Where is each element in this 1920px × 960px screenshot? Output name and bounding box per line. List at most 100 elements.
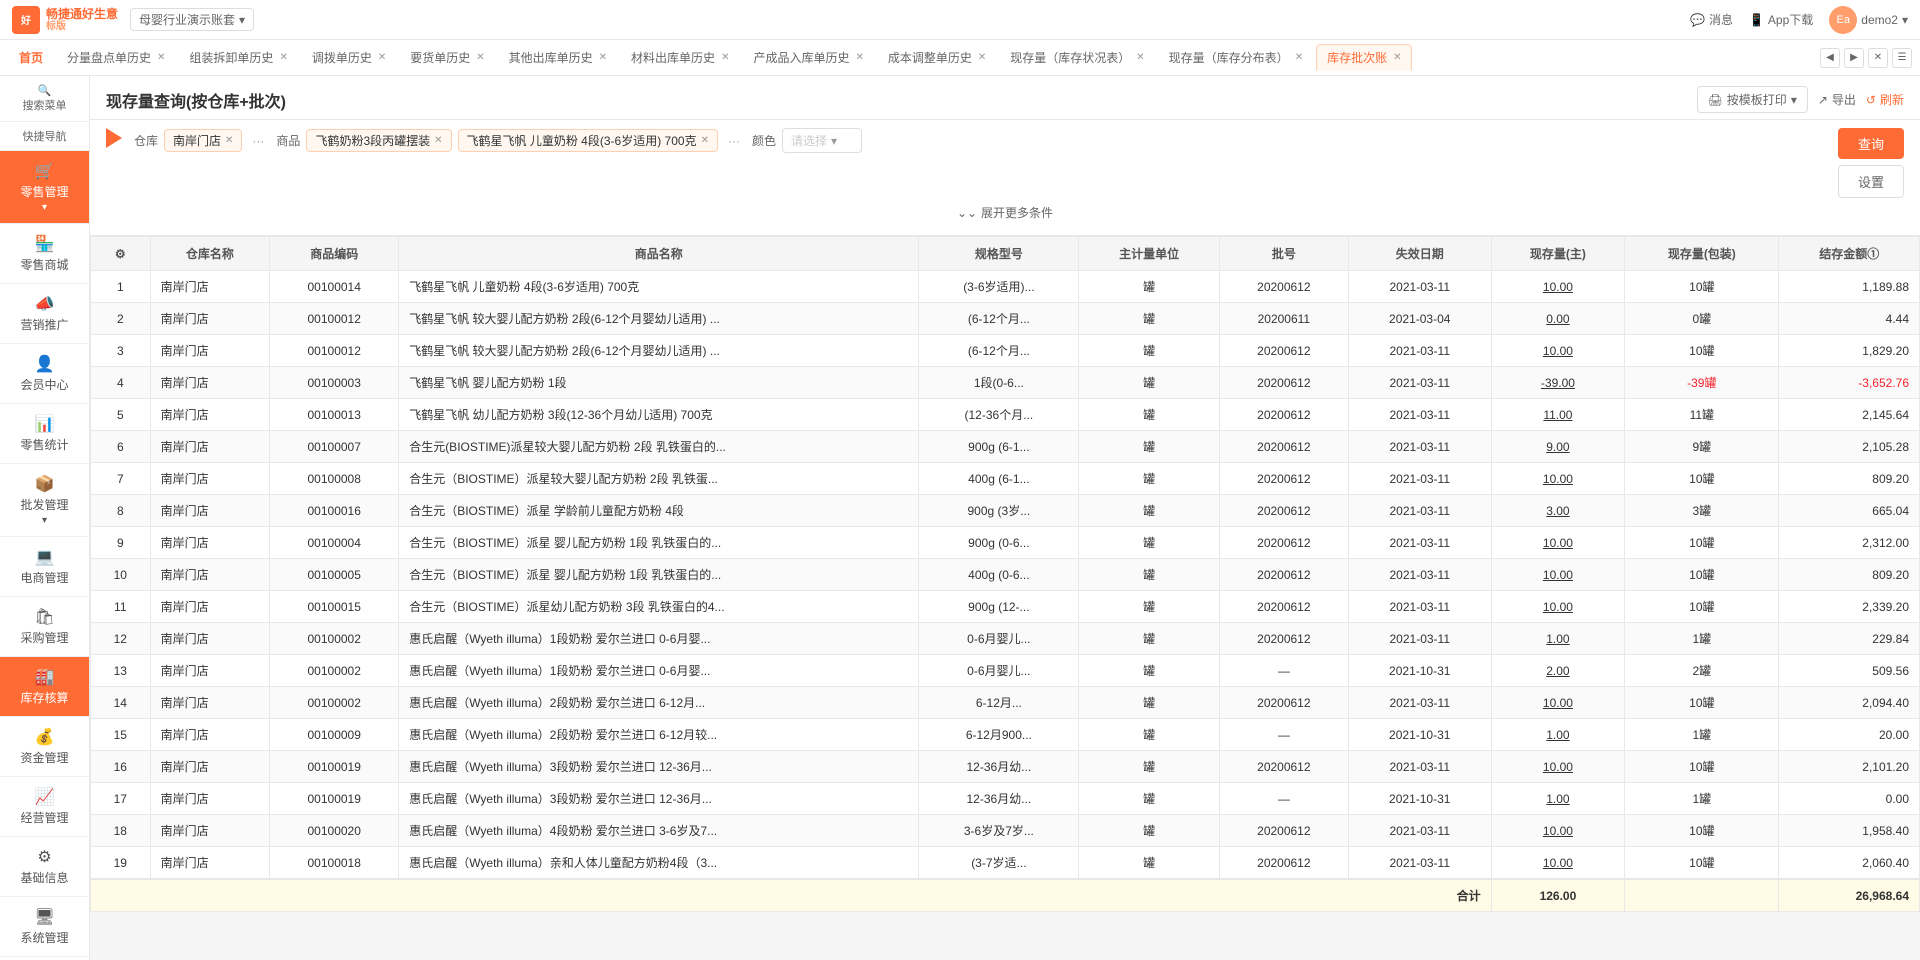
- row-qty[interactable]: 1.00: [1491, 623, 1625, 655]
- workspace-select[interactable]: 母婴行业演示账套 ▾: [130, 8, 254, 31]
- close-icon[interactable]: ✕: [279, 52, 287, 63]
- tab-prev-btn[interactable]: ◀: [1820, 48, 1840, 68]
- sidebar-item-ecommerce[interactable]: 💻 电商管理: [0, 537, 89, 597]
- tab-require[interactable]: 要货单历史 ✕: [399, 44, 495, 71]
- message-btn[interactable]: 💬 消息: [1690, 11, 1733, 28]
- tab-material-out[interactable]: 材料出库单历史 ✕: [620, 44, 740, 71]
- sidebar-item-member[interactable]: 👤 会员中心: [0, 344, 89, 404]
- expand-conditions-btn[interactable]: ⌄⌄ 展开更多条件: [957, 204, 1053, 221]
- row-qty[interactable]: -39.00: [1491, 367, 1625, 399]
- product-more-btn[interactable]: ···: [724, 134, 744, 148]
- row-qty[interactable]: 3.00: [1491, 495, 1625, 527]
- row-qty[interactable]: 10.00: [1491, 687, 1625, 719]
- row-expire: 2021-10-31: [1348, 719, 1491, 751]
- print-btn[interactable]: 🖨 按模板打印 ▾: [1697, 86, 1808, 113]
- row-expire: 2021-03-11: [1348, 591, 1491, 623]
- row-qty[interactable]: 10.00: [1491, 815, 1625, 847]
- setting-btn[interactable]: 设置: [1838, 165, 1904, 198]
- row-spec: 900g (3岁...: [919, 495, 1079, 527]
- sidebar-item-marketing[interactable]: 📣 营销推广: [0, 284, 89, 344]
- row-qty[interactable]: 10.00: [1491, 751, 1625, 783]
- close-icon[interactable]: ✕: [599, 52, 607, 63]
- close-icon[interactable]: ✕: [157, 52, 165, 63]
- remove-warehouse-btn[interactable]: ✕: [225, 135, 233, 146]
- tab-transfer[interactable]: 调拨单历史 ✕: [301, 44, 397, 71]
- row-qty[interactable]: 10.00: [1491, 847, 1625, 880]
- tab-batch-account[interactable]: 库存批次账 ✕: [1316, 44, 1412, 71]
- sidebar-item-inventory[interactable]: 🏭 库存核算: [0, 657, 89, 717]
- tab-home[interactable]: 首页: [8, 44, 54, 71]
- chevron-down-icon: ▾: [831, 134, 837, 148]
- row-qty[interactable]: 10.00: [1491, 463, 1625, 495]
- row-spec: (6-12个月...: [919, 303, 1079, 335]
- row-expire: 2021-03-11: [1348, 367, 1491, 399]
- sidebar-item-retail-stats[interactable]: 📊 零售统计: [0, 404, 89, 464]
- tab-cost-adj[interactable]: 成本调整单历史 ✕: [877, 44, 997, 71]
- sidebar-item-system[interactable]: 🖥 系统管理: [0, 897, 89, 957]
- tab-menu-btn[interactable]: ☰: [1892, 48, 1912, 68]
- close-icon[interactable]: ✕: [1136, 52, 1144, 63]
- table-header-gear[interactable]: ⚙: [91, 237, 151, 271]
- sidebar-item-retail[interactable]: 🛒 零售管理 ▾: [0, 151, 89, 224]
- close-icon[interactable]: ✕: [378, 52, 386, 63]
- sidebar-search[interactable]: 🔍 搜索菜单: [0, 76, 89, 122]
- tab-split[interactable]: 分量盘点单历史 ✕: [56, 44, 176, 71]
- sidebar-item-purchase[interactable]: 🛍 采购管理: [0, 597, 89, 657]
- close-icon[interactable]: ✕: [855, 52, 863, 63]
- row-qty[interactable]: 10.00: [1491, 591, 1625, 623]
- row-amount: 665.04: [1779, 495, 1920, 527]
- app-download-btn[interactable]: 📱 App下载: [1749, 11, 1813, 28]
- tab-next-btn[interactable]: ▶: [1844, 48, 1864, 68]
- row-qty[interactable]: 1.00: [1491, 783, 1625, 815]
- row-code: 00100007: [270, 431, 399, 463]
- export-icon: ↗: [1818, 93, 1828, 107]
- summary-label: 合计: [91, 879, 1492, 912]
- sidebar-item-retail-shop[interactable]: 🏪 零售商城: [0, 224, 89, 284]
- row-amount: -3,652.76: [1779, 367, 1920, 399]
- row-name: 惠氏启醒（Wyeth illuma）1段奶粉 爱尔兰进口 0-6月婴...: [399, 623, 919, 655]
- row-qty[interactable]: 0.00: [1491, 303, 1625, 335]
- tab-other-out[interactable]: 其他出库单历史 ✕: [498, 44, 618, 71]
- close-icon[interactable]: ✕: [978, 52, 986, 63]
- row-qty[interactable]: 10.00: [1491, 335, 1625, 367]
- user-menu[interactable]: Ea demo2 ▾: [1829, 6, 1908, 34]
- row-warehouse: 南岸门店: [150, 783, 270, 815]
- table-container[interactable]: ⚙ 仓库名称 商品编码 商品名称 规格型号 主计量单位 批号 失效日期 现存量(…: [90, 236, 1920, 960]
- row-qty[interactable]: 1.00: [1491, 719, 1625, 751]
- remove-product-tag1-btn[interactable]: ✕: [434, 135, 442, 146]
- tab-dismantle[interactable]: 组装拆卸单历史 ✕: [178, 44, 298, 71]
- close-icon[interactable]: ✕: [1295, 52, 1303, 63]
- close-icon[interactable]: ✕: [721, 52, 729, 63]
- sidebar-item-operation[interactable]: 📈 经营管理: [0, 777, 89, 837]
- row-pkg: 1罐: [1625, 719, 1779, 751]
- sidebar-item-finance[interactable]: 💰 资金管理: [0, 717, 89, 777]
- sidebar-item-basics[interactable]: ⚙ 基础信息: [0, 837, 89, 897]
- tab-product-in[interactable]: 产成品入库单历史 ✕: [742, 44, 874, 71]
- remove-product-tag2-btn[interactable]: ✕: [701, 135, 709, 146]
- close-icon[interactable]: ✕: [1393, 52, 1401, 63]
- close-icon[interactable]: ✕: [476, 52, 484, 63]
- refresh-btn[interactable]: ↺ 刷新: [1866, 91, 1904, 108]
- query-btn[interactable]: 查询: [1838, 128, 1904, 159]
- row-qty[interactable]: 2.00: [1491, 655, 1625, 687]
- row-unit: 罐: [1079, 527, 1219, 559]
- table-row: 13 南岸门店 00100002 惠氏启醒（Wyeth illuma）1段奶粉 …: [91, 655, 1920, 687]
- row-qty[interactable]: 10.00: [1491, 527, 1625, 559]
- tab-stock-dist[interactable]: 现存量（库存分布表） ✕: [1158, 44, 1314, 71]
- row-unit: 罐: [1079, 719, 1219, 751]
- sidebar-item-wholesale[interactable]: 📦 批发管理 ▾: [0, 464, 89, 537]
- color-select[interactable]: 请选择 ▾: [782, 128, 862, 153]
- warehouse-more-btn[interactable]: ···: [248, 134, 268, 148]
- row-unit: 罐: [1079, 495, 1219, 527]
- tab-close-all-btn[interactable]: ✕: [1868, 48, 1888, 68]
- row-warehouse: 南岸门店: [150, 495, 270, 527]
- export-btn[interactable]: ↗ 导出: [1818, 91, 1856, 108]
- row-qty[interactable]: 10.00: [1491, 559, 1625, 591]
- row-qty[interactable]: 11.00: [1491, 399, 1625, 431]
- sidebar-quick-nav[interactable]: 快捷导航: [0, 122, 89, 151]
- collapse-arrow[interactable]: [106, 128, 122, 148]
- tab-stock-status[interactable]: 现存量（库存状况表） ✕: [999, 44, 1155, 71]
- row-qty[interactable]: 9.00: [1491, 431, 1625, 463]
- row-qty[interactable]: 10.00: [1491, 271, 1625, 303]
- row-name: 惠氏启醒（Wyeth illuma）2段奶粉 爱尔兰进口 6-12月...: [399, 687, 919, 719]
